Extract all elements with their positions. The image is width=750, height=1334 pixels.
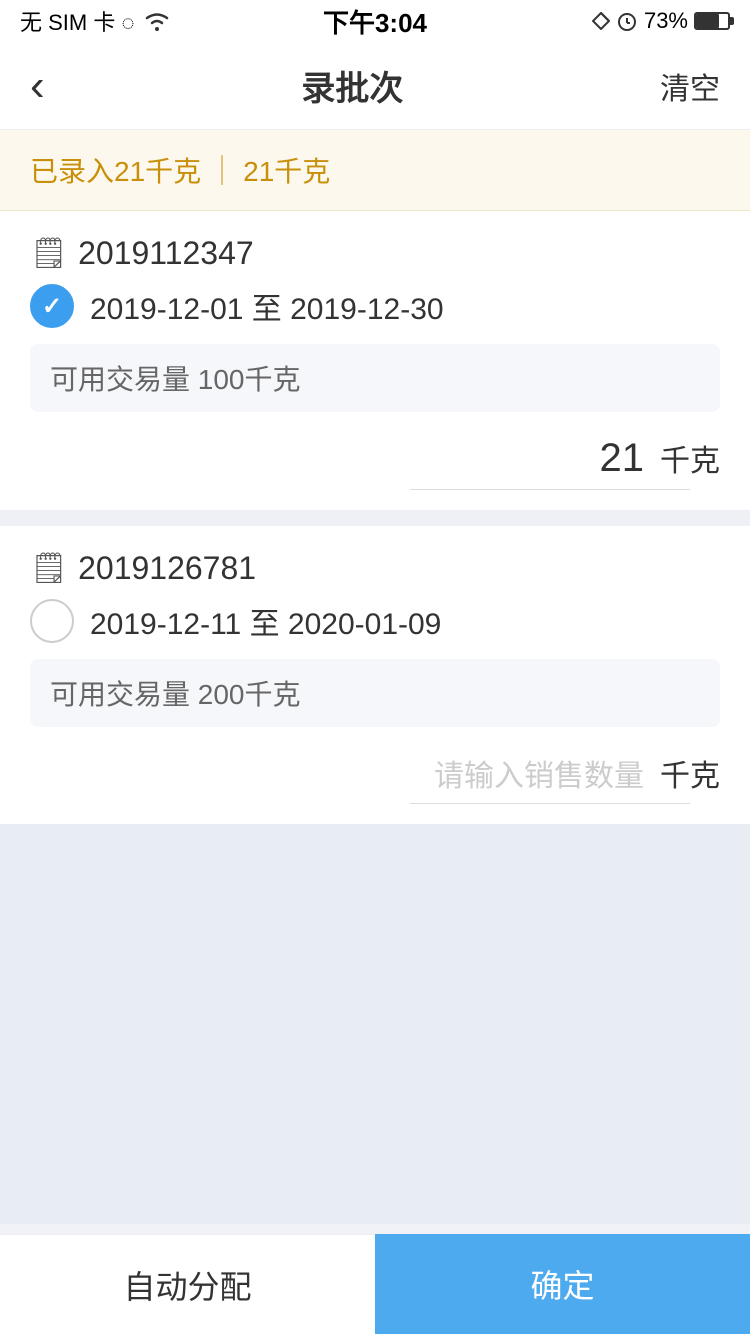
wifi-icon (143, 10, 171, 32)
batch2-id: 2019126781 (78, 550, 256, 587)
batch1-id: 2019112347 (78, 235, 254, 272)
status-bar: 无 SIM 卡 ◌ 下午3:04 73% (0, 0, 750, 42)
bottom-empty-area (0, 824, 750, 1224)
summary-divider (221, 155, 223, 185)
clear-button[interactable]: 清空 (660, 64, 720, 108)
alarm-icon (616, 10, 638, 32)
batch1-date: 2019-12-01 至 2019-12-30 (90, 284, 444, 328)
footer: 自动分配 确定 (0, 1234, 750, 1334)
batch2-doc-icon: 🗒 (30, 551, 68, 586)
summary-bar: 已录入21千克 21千克 (0, 130, 750, 211)
auto-distribute-button[interactable]: 自动分配 (0, 1234, 375, 1334)
summary-value: 21千克 (243, 150, 330, 190)
batch1-date-row: 2019-12-01 至 2019-12-30 (30, 284, 720, 328)
batch1-quantity-wrapper: 21 千克 (0, 436, 750, 510)
batch1-radio[interactable] (30, 284, 74, 328)
batch1-unit: 千克 (660, 436, 720, 480)
summary-entered-label: 已录入21千克 (30, 150, 201, 190)
section-divider-1 (0, 510, 750, 526)
back-button[interactable]: ‹ (30, 61, 45, 111)
batch-item-2: 🗒 2019126781 2019-12-11 至 2020-01-09 可用交… (0, 526, 750, 824)
batch2-date-row: 2019-12-11 至 2020-01-09 (30, 599, 720, 643)
battery-percent: 73% (644, 8, 688, 34)
battery-icon (694, 12, 730, 30)
batch1-doc-icon: 🗒 (30, 236, 68, 271)
batch2-quantity-wrapper: 请输入销售数量 千克 (0, 751, 750, 824)
status-right: 73% (592, 8, 730, 34)
sim-label: 无 SIM 卡 ◌ (20, 5, 135, 37)
confirm-button[interactable]: 确定 (375, 1234, 750, 1334)
batch1-id-row: 🗒 2019112347 (30, 235, 720, 272)
batch2-radio[interactable] (30, 599, 74, 643)
batch1-available: 可用交易量 100千克 (30, 344, 720, 412)
batch1-input-divider (410, 489, 690, 490)
status-time: 下午3:04 (323, 3, 427, 40)
page-title: 录批次 (301, 61, 403, 110)
auto-distribute-label: 自动分配 (123, 1262, 251, 1308)
batch2-input-divider (410, 803, 690, 804)
batch2-unit: 千克 (660, 751, 720, 795)
location-icon (592, 12, 610, 30)
batch-item-1: 🗒 2019112347 2019-12-01 至 2019-12-30 可用交… (0, 211, 750, 510)
status-left: 无 SIM 卡 ◌ (20, 5, 171, 37)
confirm-label: 确定 (530, 1261, 594, 1307)
batch2-available: 可用交易量 200千克 (30, 659, 720, 727)
batch2-quantity-placeholder: 请输入销售数量 (434, 751, 644, 795)
batch2-date: 2019-12-11 至 2020-01-09 (90, 599, 441, 643)
batch1-quantity-value: 21 (600, 436, 645, 481)
batch2-id-row: 🗒 2019126781 (30, 550, 720, 587)
nav-bar: ‹ 录批次 清空 (0, 42, 750, 130)
